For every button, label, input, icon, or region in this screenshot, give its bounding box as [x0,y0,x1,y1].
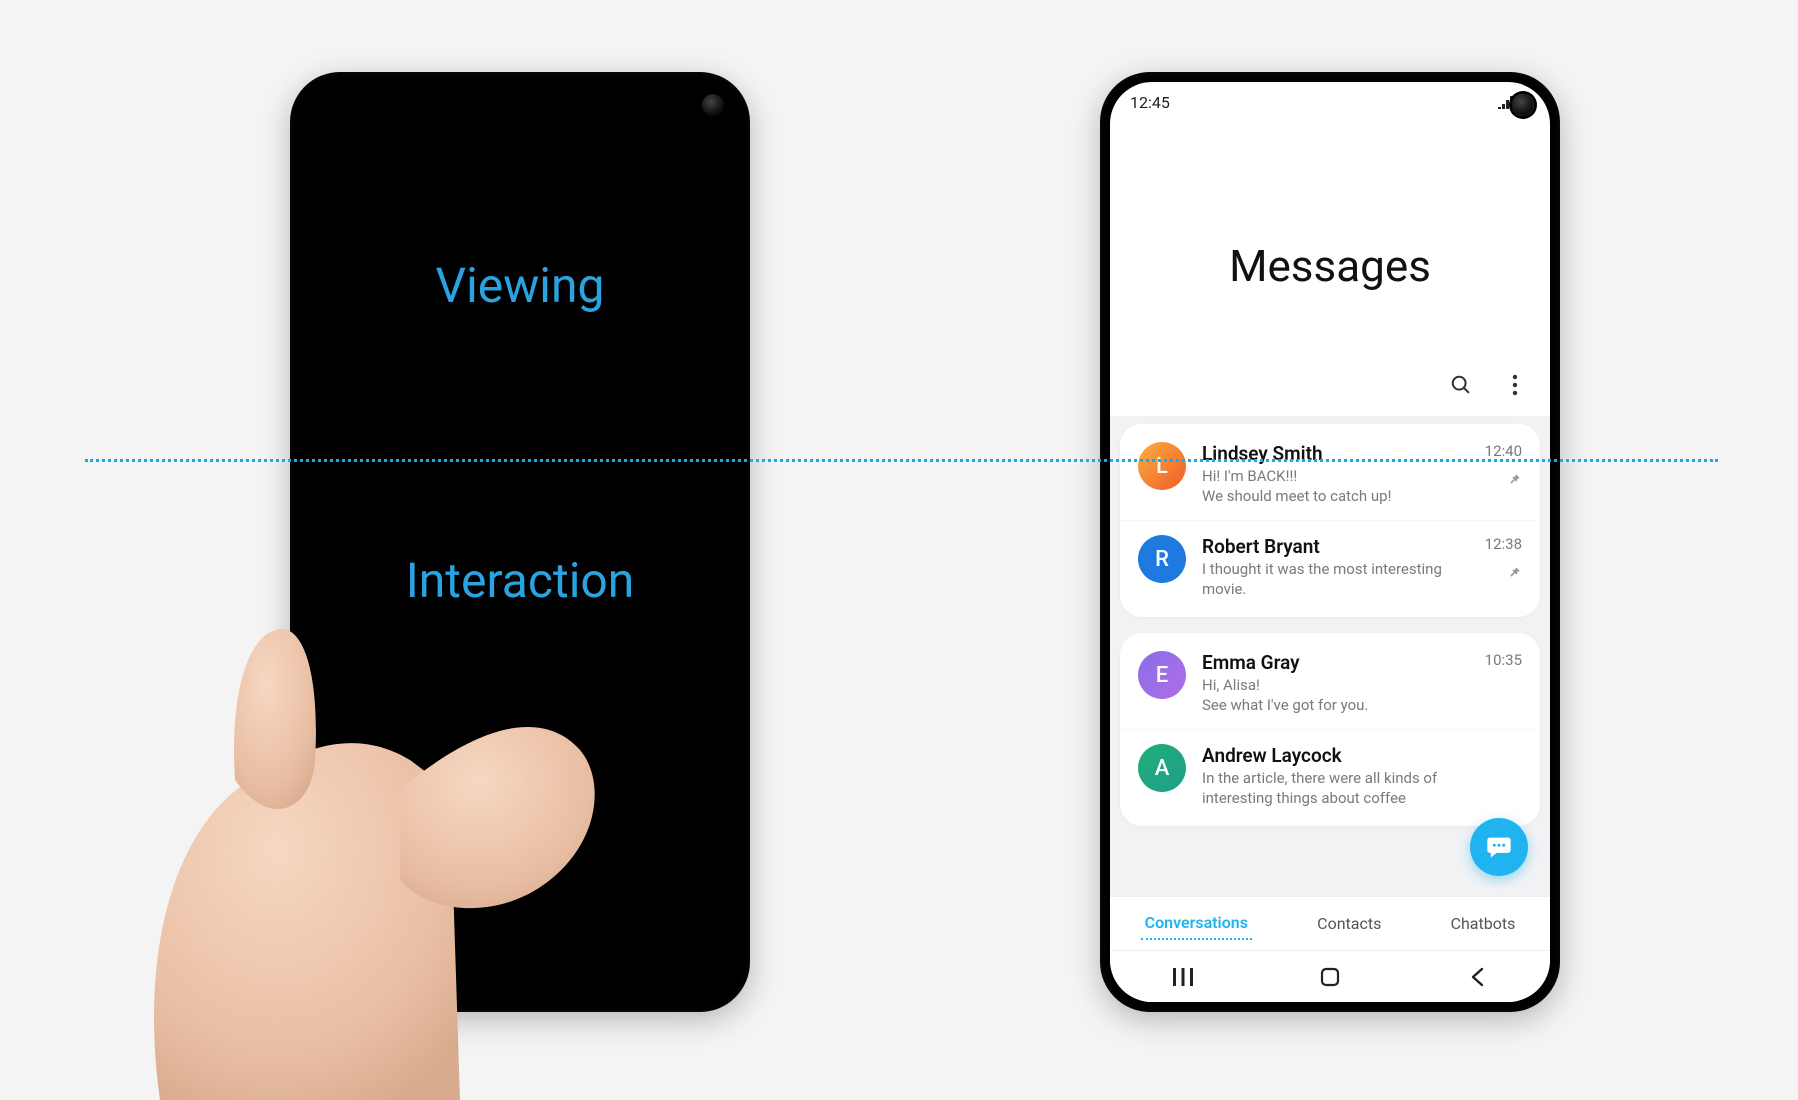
contact-name: Robert Bryant [1202,535,1469,558]
pin-icon [1508,565,1522,583]
list-item[interactable]: A Andrew Laycock In the article, there w… [1120,729,1540,822]
right-phone-screen: 12:45 Messages L [1110,82,1550,1002]
recents-button[interactable] [1163,968,1203,986]
front-camera-icon [1512,94,1534,116]
left-phone-screen: Viewing Interaction [300,82,740,1002]
avatar: E [1138,651,1186,699]
message-time: 10:35 [1485,651,1522,669]
android-nav-bar [1110,950,1550,1002]
regular-group: E Emma Gray Hi, Alisa! See what I've got… [1120,633,1540,826]
left-phone-frame: Viewing Interaction [290,72,750,1012]
pin-icon [1508,472,1522,490]
list-item[interactable]: R Robert Bryant I thought it was the mos… [1120,520,1540,613]
viewing-zone-label: Viewing [436,257,605,314]
search-icon[interactable] [1448,372,1474,398]
message-time: 12:38 [1485,535,1522,553]
list-item[interactable]: E Emma Gray Hi, Alisa! See what I've got… [1120,637,1540,729]
zone-divider-line [85,459,1718,462]
message-time: 12:40 [1485,442,1522,460]
pinned-group: L Lindsey Smith Hi! I'm BACK!!! We shoul… [1120,424,1540,617]
right-phone-frame: 12:45 Messages L [1100,72,1560,1012]
list-item[interactable]: L Lindsey Smith Hi! I'm BACK!!! We shoul… [1120,428,1540,520]
tab-chatbots[interactable]: Chatbots [1447,908,1520,939]
interaction-zone-label: Interaction [406,552,635,609]
message-preview: Hi! I'm BACK!!! We should meet to catch … [1202,467,1469,506]
page-title: Messages [1229,240,1431,292]
message-preview: In the article, there were all kinds of … [1202,769,1506,808]
status-time: 12:45 [1130,93,1170,112]
app-header: Messages [1110,116,1550,416]
avatar: A [1138,744,1186,792]
more-icon[interactable] [1502,372,1528,398]
message-preview: Hi, Alisa! See what I've got for you. [1202,676,1469,715]
back-button[interactable] [1457,967,1497,987]
tab-conversations[interactable]: Conversations [1141,907,1252,940]
front-camera-icon [702,94,724,116]
tab-contacts[interactable]: Contacts [1313,908,1385,939]
contact-name: Andrew Laycock [1202,744,1506,767]
avatar: R [1138,535,1186,583]
bottom-tabs: Conversations Contacts Chatbots [1110,896,1550,950]
compose-icon [1485,833,1513,861]
home-button[interactable] [1310,967,1350,987]
contact-name: Emma Gray [1202,651,1469,674]
conversation-list[interactable]: L Lindsey Smith Hi! I'm BACK!!! We shoul… [1110,416,1550,896]
compose-button[interactable] [1470,818,1528,876]
message-preview: I thought it was the most interesting mo… [1202,560,1469,599]
avatar: L [1138,442,1186,490]
status-bar: 12:45 [1110,82,1550,116]
